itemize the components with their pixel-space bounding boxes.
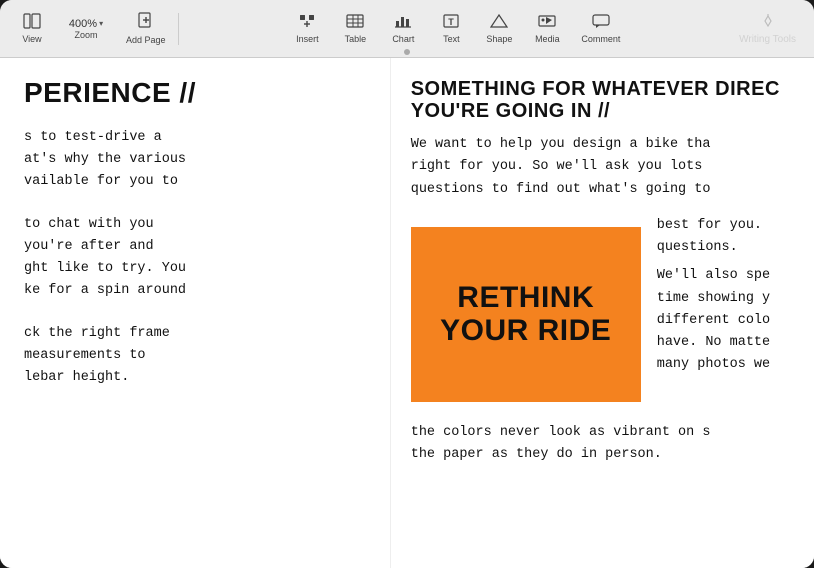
insert-label: Insert: [296, 34, 319, 44]
orange-box-line1: RETHINK: [457, 281, 594, 314]
toolbar: View 400% ▾ Zoom Add Page: [0, 0, 814, 58]
comment-button[interactable]: Comment: [573, 9, 628, 48]
chart-label: Chart: [392, 34, 414, 44]
add-page-button[interactable]: Add Page: [118, 8, 174, 49]
toolbar-right-group: Writing Tools: [731, 9, 804, 49]
shape-button[interactable]: Shape: [477, 9, 521, 48]
media-icon: [538, 13, 556, 33]
add-page-icon: [137, 12, 155, 34]
app-window: View 400% ▾ Zoom Add Page: [0, 0, 814, 568]
document-area: PERIENCE // s to test-drive aat's why th…: [0, 58, 814, 568]
right-body-text: We want to help you design a bike tharig…: [411, 134, 796, 466]
orange-box-line2: YOUR RIDE: [440, 314, 611, 347]
chart-button[interactable]: Chart: [381, 9, 425, 48]
text-label: Text: [443, 34, 460, 44]
media-button[interactable]: Media: [525, 9, 569, 48]
right-heading: SOMETHING FOR WHATEVER DIRECYOU'RE GOING…: [411, 78, 796, 122]
scroll-indicator: [404, 49, 410, 55]
writing-tools-button[interactable]: Writing Tools: [731, 9, 804, 49]
zoom-chevron-icon: ▾: [99, 19, 103, 28]
insert-button[interactable]: Insert: [285, 9, 329, 48]
text-button[interactable]: T Text: [429, 9, 473, 48]
insert-icon: [298, 13, 316, 33]
writing-tools-label: Writing Tools: [739, 34, 796, 45]
toolbar-left-group: View 400% ▾ Zoom Add Page: [10, 8, 174, 49]
add-page-label: Add Page: [126, 35, 166, 45]
table-label: Table: [345, 34, 367, 44]
writing-tools-icon: [759, 13, 777, 33]
right-float-text: best for you.questions. We'll also speti…: [657, 215, 796, 391]
shape-label: Shape: [486, 34, 512, 44]
zoom-value: 400%: [69, 18, 97, 30]
shape-icon: [490, 13, 508, 33]
zoom-group: 400% ▾: [69, 18, 103, 30]
orange-box: RETHINK YOUR RIDE: [411, 227, 641, 402]
svg-text:T: T: [449, 17, 455, 27]
zoom-label: Zoom: [74, 30, 97, 40]
media-label: Media: [535, 34, 560, 44]
toolbar-separator-1: [178, 13, 179, 45]
comment-label: Comment: [581, 34, 620, 44]
document-page: PERIENCE // s to test-drive aat's why th…: [0, 58, 814, 568]
toolbar-center-group: Insert Table: [183, 9, 732, 48]
view-icon: [23, 13, 41, 33]
view-label: View: [22, 34, 41, 44]
orange-box-text: RETHINK YOUR RIDE: [440, 281, 611, 347]
table-icon: [346, 13, 364, 33]
table-button[interactable]: Table: [333, 9, 377, 48]
comment-icon: [592, 13, 610, 33]
text-icon: T: [442, 13, 460, 33]
float-section: RETHINK YOUR RIDE best for you.questions…: [411, 215, 796, 414]
view-button[interactable]: View: [10, 9, 54, 48]
chart-icon: [394, 13, 412, 33]
right-column: SOMETHING FOR WHATEVER DIRECYOU'RE GOING…: [391, 58, 814, 568]
zoom-button[interactable]: 400% ▾ Zoom: [56, 14, 116, 44]
left-column: PERIENCE // s to test-drive aat's why th…: [0, 58, 391, 568]
left-heading: PERIENCE //: [24, 78, 372, 109]
left-body-text: s to test-drive aat's why the variousvai…: [24, 127, 372, 390]
